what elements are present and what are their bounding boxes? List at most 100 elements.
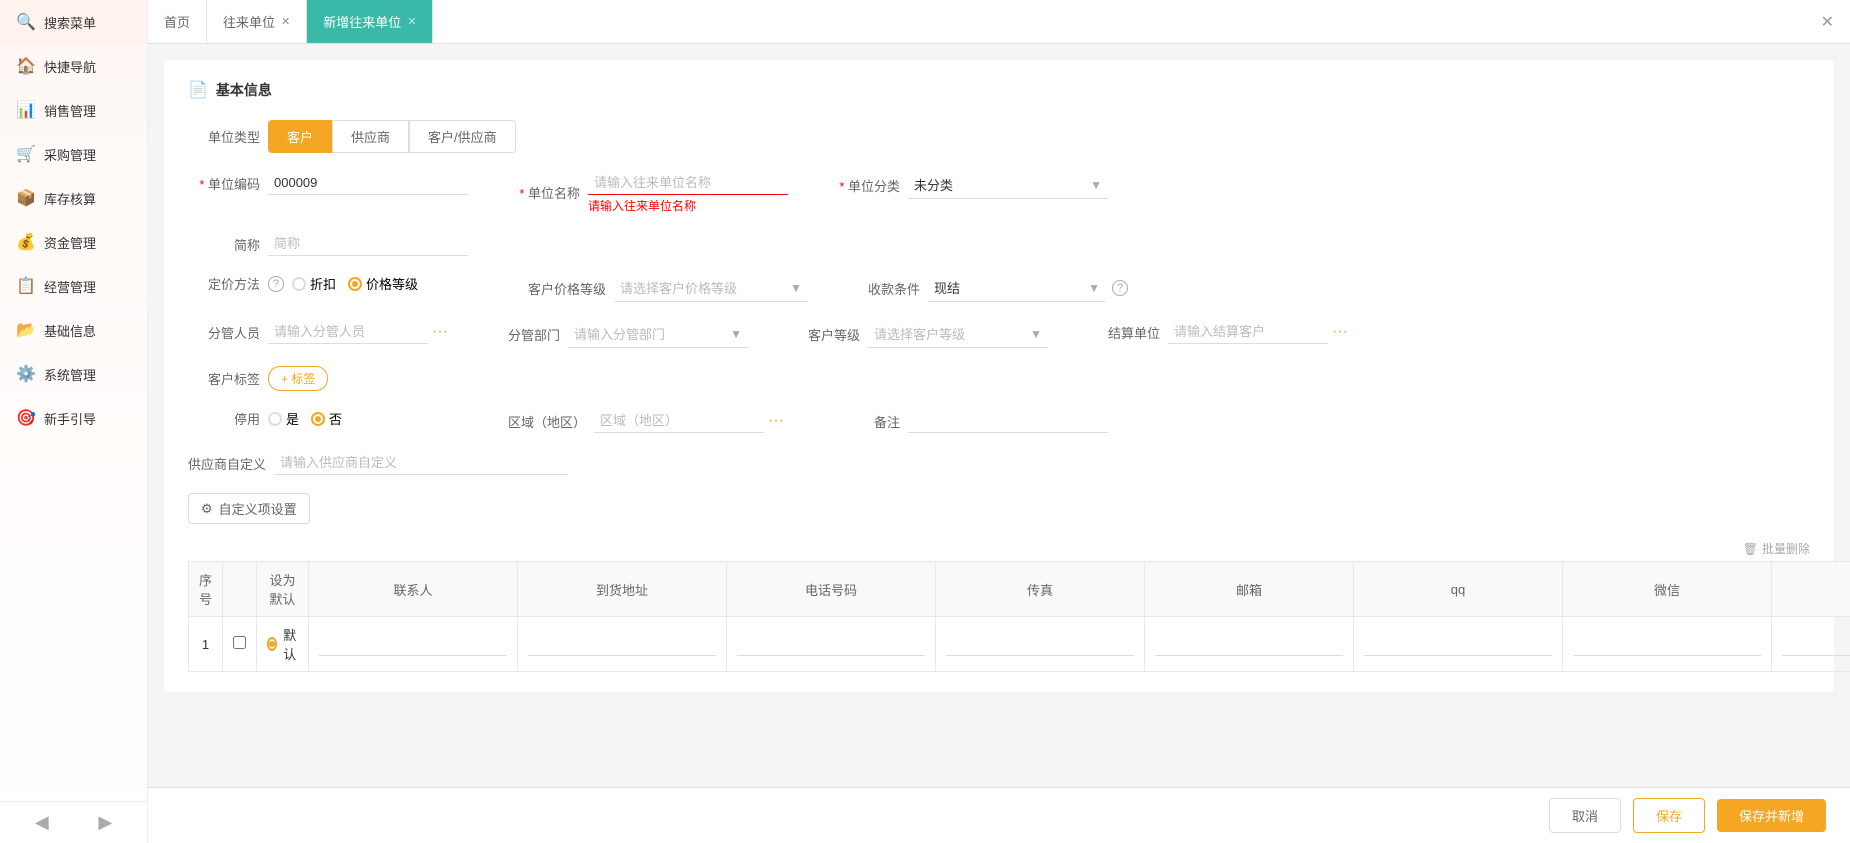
custom-settings-btn[interactable]: ⚙ 自定义项设置 [188, 493, 310, 524]
fax-input[interactable] [946, 632, 1134, 656]
main-area: 首页 往来单位 ✕ 新增往来单位 ✕ ✕ 📄 基本信息 单位类型 客户 [148, 0, 1850, 843]
contacts-table: 序号 设为默认 联系人 到货地址 电话号码 传真 邮箱 qq 微信 所在地区 操… [188, 561, 1850, 672]
payment-condition-select[interactable]: 现结 ▼ [928, 274, 1106, 302]
operations-icon: 📋 [16, 276, 36, 296]
unit-name-field: 单位名称 请输入往来单位名称 [508, 171, 788, 214]
default-radio[interactable]: 默认 [267, 625, 298, 663]
radio-discount[interactable]: 折扣 [292, 274, 336, 293]
unit-code-field: 单位编码 [188, 171, 468, 195]
region-more-btn[interactable]: ··· [764, 412, 788, 430]
row-checkbox[interactable] [233, 636, 246, 649]
unit-type-row: 单位类型 客户 供应商 客户/供应商 [188, 120, 1810, 153]
remark-input[interactable] [908, 409, 1108, 433]
sidebar-item-finance[interactable]: 💰 资金管理 [0, 220, 147, 264]
payment-help-icon[interactable]: ? [1112, 280, 1128, 296]
radio-no-label: 否 [329, 409, 342, 428]
pricing-help-icon[interactable]: ? [268, 276, 284, 292]
col-checkbox [223, 562, 257, 617]
contact-input[interactable] [319, 632, 507, 656]
unit-category-select[interactable]: 未分类 ▼ [908, 171, 1108, 199]
sidebar-item-system[interactable]: ⚙️ 系统管理 [0, 352, 147, 396]
department-select[interactable]: 请输入分管部门 ▼ [568, 320, 748, 348]
main-close-btn[interactable]: ✕ [1805, 12, 1850, 32]
short-name-input[interactable] [268, 232, 468, 256]
remark-field: 备注 [828, 409, 1108, 433]
sidebar-item-guide[interactable]: 🎯 新手引导 [0, 396, 147, 440]
radio-grade-circle [348, 277, 362, 291]
cell-region[interactable] [1772, 617, 1850, 672]
sidebar-item-basic[interactable]: 📂 基础信息 [0, 308, 147, 352]
sidebar-item-purchase[interactable]: 🛒 采购管理 [0, 132, 147, 176]
unit-category-field: 单位分类 未分类 ▼ [828, 171, 1108, 199]
type-btn-both[interactable]: 客户/供应商 [409, 120, 516, 153]
address-input[interactable] [528, 632, 716, 656]
inventory-icon: 📦 [16, 188, 36, 208]
manager-input[interactable] [268, 320, 428, 344]
tab-partner[interactable]: 往来单位 ✕ [207, 0, 307, 43]
email-input[interactable] [1155, 632, 1343, 656]
col-email: 邮箱 [1145, 562, 1354, 617]
payment-condition-label: 收款条件 [848, 279, 928, 298]
supplier-custom-input[interactable] [274, 451, 568, 475]
tab-new-partner-close[interactable]: ✕ [407, 15, 416, 28]
cell-address[interactable] [518, 617, 727, 672]
settlement-input[interactable] [1168, 320, 1328, 344]
content-area: 📄 基本信息 单位类型 客户 供应商 客户/供应商 单位编码 [148, 44, 1850, 787]
save-new-button[interactable]: 保存并新增 [1717, 799, 1826, 832]
col-contact: 联系人 [309, 562, 518, 617]
cell-qq[interactable] [1354, 617, 1563, 672]
batch-delete-label: 批量删除 [1762, 540, 1810, 557]
pricing-method-field: 定价方法 ? 折扣 价格等级 [188, 274, 488, 293]
manager-row: 分管人员 ··· 分管部门 请输入分管部门 ▼ 客户等级 请选择客户等级 ▼ [188, 320, 1810, 348]
tab-bar: 首页 往来单位 ✕ 新增往来单位 ✕ ✕ [148, 0, 1850, 44]
cell-fax[interactable] [936, 617, 1145, 672]
sidebar-item-inventory[interactable]: 📦 库存核算 [0, 176, 147, 220]
type-btn-customer[interactable]: 客户 [268, 120, 332, 153]
customer-price-select[interactable]: 请选择客户价格等级 ▼ [614, 274, 808, 302]
customer-grade-field: 客户等级 请选择客户等级 ▼ [788, 320, 1048, 348]
sidebar-item-finance-label: 资金管理 [44, 233, 96, 252]
radio-grade[interactable]: 价格等级 [348, 274, 418, 293]
wechat-input[interactable] [1573, 632, 1761, 656]
guide-icon: 🎯 [16, 408, 36, 428]
cell-no: 1 [189, 617, 223, 672]
cell-wechat[interactable] [1563, 617, 1772, 672]
quick-nav-icon: 🏠 [16, 56, 36, 76]
col-phone: 电话号码 [727, 562, 936, 617]
region-label: 区域（地区） [508, 412, 594, 431]
sidebar-item-operations[interactable]: 📋 经营管理 [0, 264, 147, 308]
sidebar-item-search[interactable]: 🔍 搜索菜单 [0, 0, 147, 44]
sidebar-item-sales[interactable]: 📊 销售管理 [0, 88, 147, 132]
cell-contact[interactable] [309, 617, 518, 672]
cell-phone[interactable] [727, 617, 936, 672]
sidebar-expand-btn[interactable]: ▶ [98, 812, 112, 833]
sidebar-item-search-label: 搜索菜单 [44, 13, 96, 32]
add-tag-btn[interactable]: + 标签 [268, 366, 328, 391]
customer-grade-select[interactable]: 请选择客户等级 ▼ [868, 320, 1048, 348]
phone-input[interactable] [737, 632, 925, 656]
sidebar-item-guide-label: 新手引导 [44, 409, 96, 428]
cancel-button[interactable]: 取消 [1549, 798, 1621, 833]
manager-more-btn[interactable]: ··· [428, 323, 452, 341]
unit-name-input[interactable] [588, 171, 788, 195]
region-table-input[interactable] [1782, 632, 1850, 656]
sidebar-collapse-btn[interactable]: ◀ [35, 812, 49, 833]
unit-code-input[interactable] [268, 171, 468, 195]
cell-email[interactable] [1145, 617, 1354, 672]
batch-delete-btn[interactable]: 🗑 批量删除 [1743, 540, 1810, 557]
qq-input[interactable] [1364, 632, 1552, 656]
settlement-more-btn[interactable]: ··· [1328, 323, 1352, 341]
cell-checkbox[interactable] [223, 617, 257, 672]
customer-grade-chevron: ▼ [1030, 327, 1042, 341]
tab-home[interactable]: 首页 [148, 0, 207, 43]
tab-partner-close[interactable]: ✕ [281, 15, 290, 28]
settlement-field: 结算单位 ··· [1088, 320, 1348, 344]
radio-yes[interactable]: 是 [268, 409, 299, 428]
tab-new-partner[interactable]: 新增往来单位 ✕ [307, 0, 433, 43]
save-button[interactable]: 保存 [1633, 798, 1705, 833]
sidebar-item-quick-nav[interactable]: 🏠 快捷导航 [0, 44, 147, 88]
radio-no[interactable]: 否 [311, 409, 342, 428]
region-input[interactable] [594, 409, 764, 433]
payment-condition-field: 收款条件 现结 ▼ ? [848, 274, 1128, 302]
type-btn-supplier[interactable]: 供应商 [332, 120, 409, 153]
